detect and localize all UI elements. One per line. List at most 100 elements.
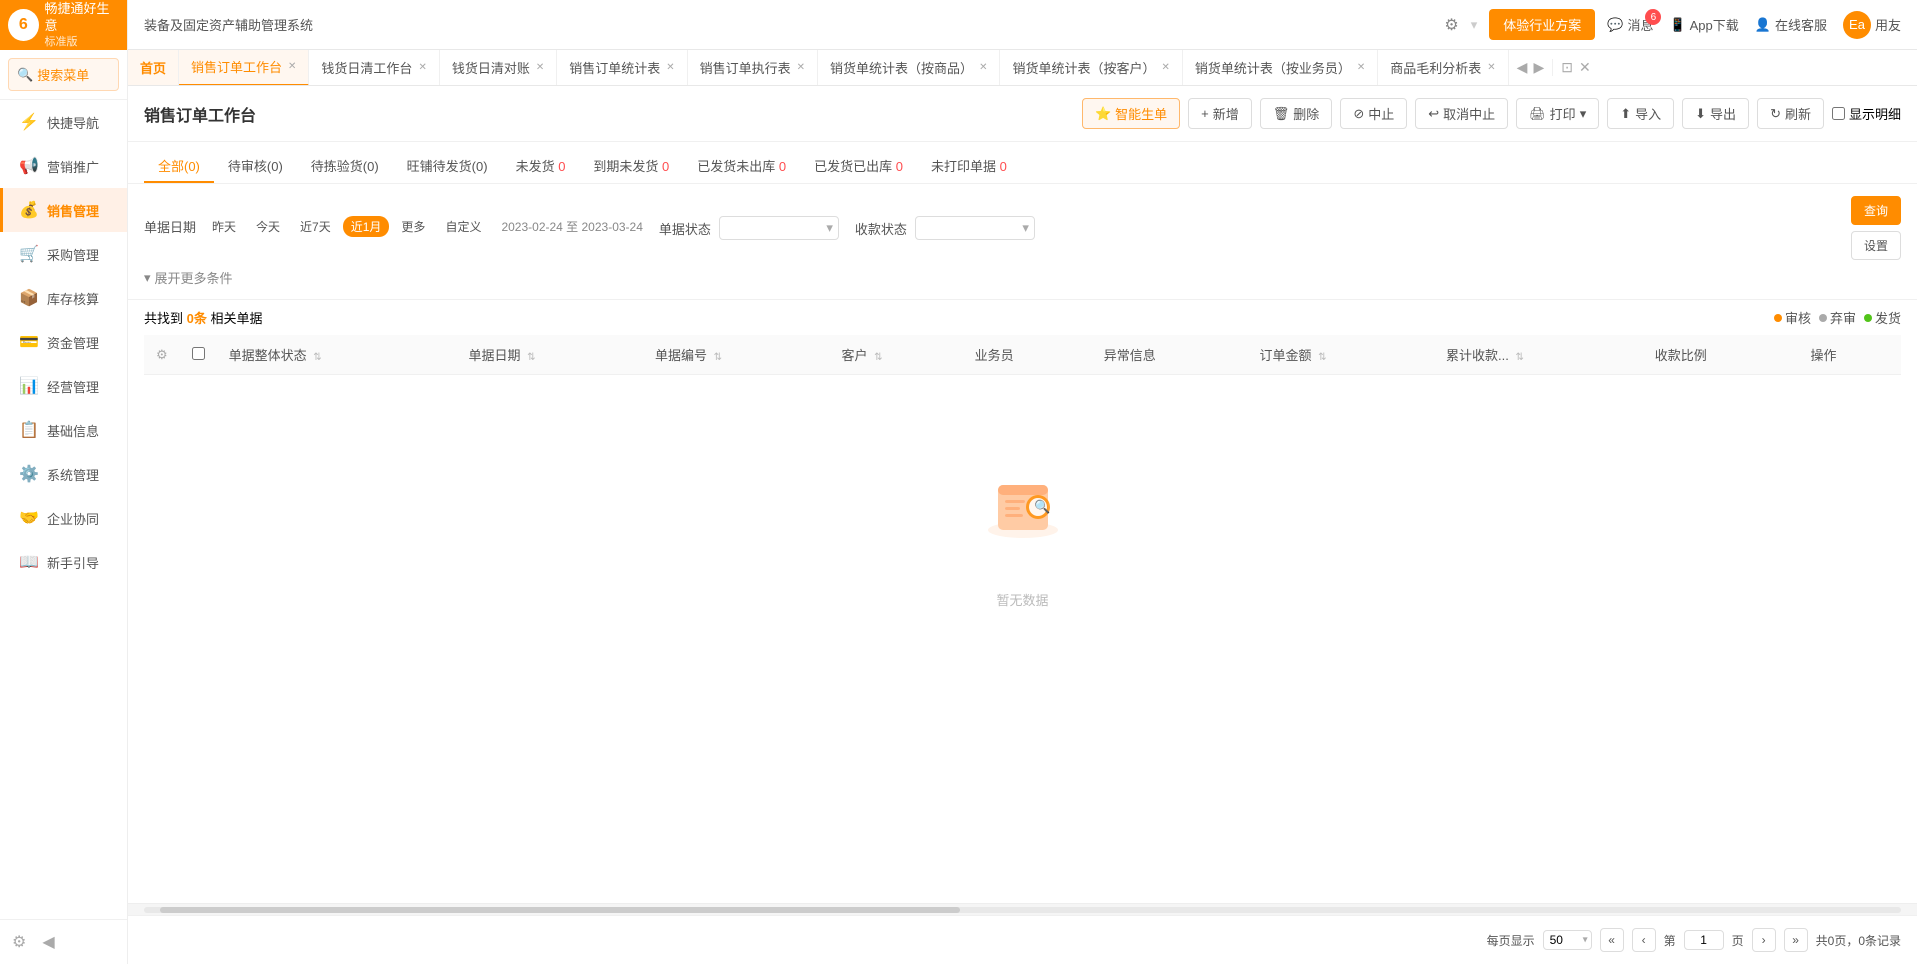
delete-button[interactable]: 🗑 删除 — [1260, 98, 1333, 129]
sidebar-item-marketing[interactable]: 📢 营销推广 — [0, 144, 127, 188]
sub-tab-pending-check[interactable]: 待拣验货(0) — [297, 150, 393, 183]
tab-close-sales-by-staff[interactable]: ✕ — [1357, 62, 1365, 73]
sub-tab-not-printed[interactable]: 未打印单据 0 — [917, 150, 1021, 183]
import-button[interactable]: ⬆ 导入 — [1607, 98, 1674, 129]
print-button[interactable]: 🖨 打印 ▾ — [1516, 98, 1599, 129]
main-area: 装备及固定资产辅助管理系统 ⚙ ▾ 体验行业方案 💬 6 消息 📱 App下载 … — [128, 0, 1917, 964]
tab-margin-analysis[interactable]: 商品毛利分析表 ✕ — [1378, 50, 1508, 86]
tab-close-daily-clear[interactable]: ✕ — [418, 62, 426, 73]
date-opt-7days[interactable]: 近7天 — [292, 216, 339, 237]
smart-create-button[interactable]: ⭐ 智能生单 — [1082, 98, 1180, 129]
tab-daily-clear[interactable]: 钱货日清工作台 ✕ — [309, 50, 439, 86]
export-button[interactable]: ⬇ 导出 — [1682, 98, 1749, 129]
tab-sales-by-staff[interactable]: 销货单统计表（按业务员） ✕ — [1183, 50, 1378, 86]
message-button[interactable]: 💬 6 消息 — [1607, 15, 1653, 34]
sidebar-item-quicknav[interactable]: ⚡ 快捷导航 — [0, 100, 127, 144]
page-number-input[interactable] — [1684, 930, 1724, 950]
th-customer-sort-icon[interactable]: ⇅ — [874, 352, 882, 363]
sidebar-item-system[interactable]: ⚙️ 系统管理 — [0, 452, 127, 496]
sidebar-item-sales[interactable]: 💰 销售管理 — [0, 188, 127, 232]
unreviewed-action-button[interactable]: 弃审 — [1819, 308, 1856, 327]
tab-close-sales-by-customer[interactable]: ✕ — [1161, 62, 1169, 73]
sidebar-item-guide[interactable]: 📖 新手引导 — [0, 540, 127, 584]
date-opt-yesterday[interactable]: 昨天 — [204, 216, 244, 237]
tab-close-sales-stats[interactable]: ✕ — [666, 62, 674, 73]
page-size-select[interactable]: 50 100 — [1543, 930, 1592, 950]
page-size-wrapper: 50 100 — [1543, 930, 1592, 950]
tab-home[interactable]: 首页 — [128, 50, 179, 86]
tab-close-daily-reconcile[interactable]: ✕ — [536, 62, 544, 73]
online-service-button[interactable]: 👤 在线客服 — [1755, 15, 1827, 34]
tab-daily-reconcile[interactable]: 钱货日清对账 ✕ — [440, 50, 557, 86]
th-accumulated-sort-icon[interactable]: ⇅ — [1515, 352, 1523, 363]
first-page-button[interactable]: « — [1600, 928, 1624, 952]
tab-scroll-right-icon[interactable]: ▶ — [1531, 59, 1546, 76]
tab-restore-icon[interactable]: ⊡ — [1561, 59, 1573, 76]
date-opt-more[interactable]: 更多 — [393, 216, 433, 237]
tab-close-sales-by-product[interactable]: ✕ — [979, 62, 987, 73]
next-page-button[interactable]: › — [1752, 928, 1776, 952]
export-icon: ⬇ — [1695, 106, 1706, 122]
tab-sales-workbench[interactable]: 销售订单工作台 ✕ — [179, 50, 309, 86]
tab-sales-by-customer[interactable]: 销货单统计表（按客户） ✕ — [1000, 50, 1182, 86]
sub-tab-shipped-out[interactable]: 已发货已出库 0 — [800, 150, 917, 183]
sub-tab-pending-review[interactable]: 待审核(0) — [214, 150, 297, 183]
add-button[interactable]: + 新增 — [1188, 98, 1252, 129]
date-opt-custom[interactable]: 自定义 — [437, 216, 489, 237]
prev-page-button[interactable]: ‹ — [1632, 928, 1656, 952]
nav-icon-finance: 💳 — [19, 332, 39, 352]
industry-solution-button[interactable]: 体验行业方案 — [1489, 9, 1595, 40]
status-select[interactable] — [719, 216, 839, 240]
tab-close-margin-analysis[interactable]: ✕ — [1487, 62, 1495, 73]
sidebar-item-basicinfo[interactable]: 📋 基础信息 — [0, 408, 127, 452]
refresh-button[interactable]: ↻ 刷新 — [1757, 98, 1824, 129]
tab-close-sales-execute[interactable]: ✕ — [797, 62, 805, 73]
date-opt-1month[interactable]: 近1月 — [343, 216, 390, 237]
sub-tab-shipped-not-out[interactable]: 已发货未出库 0 — [683, 150, 800, 183]
th-amount-sort-icon[interactable]: ⇅ — [1318, 352, 1326, 363]
search-menu-button[interactable]: 🔍 搜索菜单 — [8, 58, 119, 91]
th-date-sort-icon[interactable]: ⇅ — [527, 352, 535, 363]
suspend-button[interactable]: ⊘ 中止 — [1340, 98, 1407, 129]
table-quick-actions: 审核 弃审 发货 — [1774, 308, 1901, 327]
th-config[interactable]: ⚙ — [144, 335, 180, 375]
collapse-icon[interactable]: ◀ — [42, 932, 54, 952]
tab-close-sales-workbench[interactable]: ✕ — [288, 61, 296, 72]
tab-sales-stats[interactable]: 销售订单统计表 ✕ — [557, 50, 687, 86]
cancel-suspend-button[interactable]: ↩ 取消中止 — [1415, 98, 1508, 129]
sub-tab-all[interactable]: 全部(0) — [144, 150, 214, 183]
show-detail-checkbox[interactable] — [1832, 107, 1845, 120]
sub-tab-overdue-not-shipped[interactable]: 到期未发货 0 — [579, 150, 683, 183]
user-menu[interactable]: Ea 用友 — [1843, 11, 1901, 39]
sidebar-item-purchase[interactable]: 🛒 采购管理 — [0, 232, 127, 276]
scrollbar-thumb[interactable] — [160, 907, 960, 913]
payment-select[interactable] — [915, 216, 1035, 240]
sidebar-item-cooperation[interactable]: 🤝 企业协同 — [0, 496, 127, 540]
print-dropdown-icon: ▾ — [1580, 106, 1587, 122]
tab-close-all-icon[interactable]: ✕ — [1579, 59, 1591, 76]
date-opt-today[interactable]: 今天 — [248, 216, 288, 237]
tab-scroll-left-icon[interactable]: ◀ — [1515, 59, 1530, 76]
topbar-settings-icon[interactable]: ⚙ — [1444, 15, 1458, 35]
horizontal-scrollbar[interactable] — [128, 903, 1917, 915]
sidebar-item-inventory[interactable]: 📦 库存核算 — [0, 276, 127, 320]
tab-sales-by-product[interactable]: 销货单统计表（按商品） ✕ — [818, 50, 1000, 86]
ship-action-button[interactable]: 发货 — [1864, 308, 1901, 327]
sub-tab-wangpu-ship[interactable]: 旺铺待发货(0) — [393, 150, 502, 183]
sidebar-item-management[interactable]: 📊 经营管理 — [0, 364, 127, 408]
sub-tab-not-shipped[interactable]: 未发货 0 — [502, 150, 580, 183]
th-status-sort-icon[interactable]: ⇅ — [313, 352, 321, 363]
th-number-sort-icon[interactable]: ⇅ — [714, 352, 722, 363]
query-button[interactable]: 查询 — [1851, 196, 1901, 225]
app-download-button[interactable]: 📱 App下载 — [1669, 15, 1738, 34]
tab-sales-execute[interactable]: 销售订单执行表 ✕ — [688, 50, 818, 86]
review-action-button[interactable]: 审核 — [1774, 308, 1811, 327]
last-page-button[interactable]: » — [1784, 928, 1808, 952]
select-all-checkbox[interactable] — [192, 347, 205, 360]
sidebar: 6 畅捷通好生意 标准版 🔍 搜索菜单 ⚡ 快捷导航 📢 营销推广 💰 销售管理… — [0, 0, 128, 964]
sidebar-item-finance[interactable]: 💳 资金管理 — [0, 320, 127, 364]
setting-button[interactable]: 设置 — [1851, 231, 1901, 260]
expand-more-button[interactable]: ▾ 展开更多条件 — [144, 268, 1901, 287]
show-detail-checkbox-label[interactable]: 显示明细 — [1832, 104, 1901, 123]
settings-icon[interactable]: ⚙ — [12, 932, 26, 952]
